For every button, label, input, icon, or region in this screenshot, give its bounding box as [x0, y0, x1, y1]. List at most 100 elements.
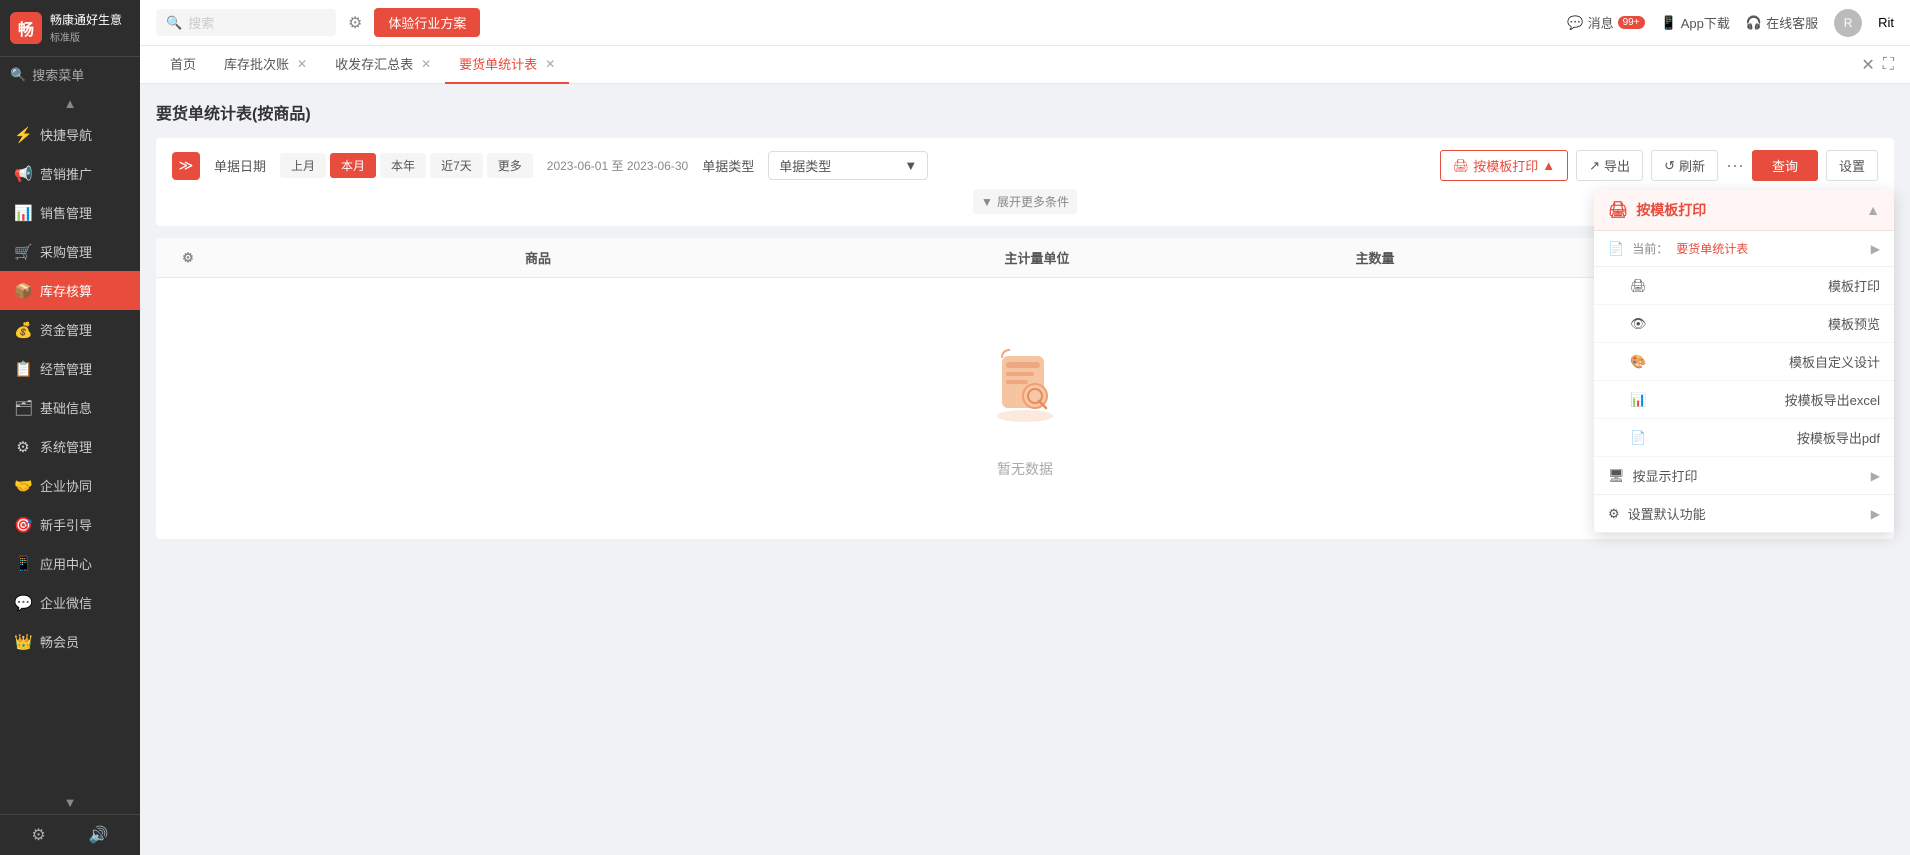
template-preview-label: 模板预览 — [1828, 314, 1880, 333]
tab-home[interactable]: 首页 — [156, 46, 210, 84]
app-download-button[interactable]: 📱 App下载 — [1661, 13, 1730, 32]
dropdown-item-export-pdf[interactable]: 📄 按模板导出pdf — [1594, 419, 1894, 457]
tab-receipt-summary-label: 收发存汇总表 — [335, 54, 413, 73]
sidebar-scroll-up[interactable]: ▲ — [0, 92, 140, 115]
sidebar-item-finance[interactable]: 💰 资金管理 — [0, 310, 140, 349]
print-button[interactable]: 🖨 按模板打印 ▲ — [1440, 150, 1568, 181]
date-btn-this-year[interactable]: 本年 — [380, 153, 426, 178]
table-col-settings[interactable]: ⚙ — [168, 250, 208, 266]
tab-inventory-batch[interactable]: 库存批次账 ✕ — [210, 46, 321, 84]
type-filter-select[interactable]: 单据类型 ▼ — [768, 151, 928, 180]
dropdown-set-default-section[interactable]: ⚙ 设置默认功能 ▶ — [1594, 495, 1894, 533]
tab-requisition-stats-close[interactable]: ✕ — [545, 57, 555, 71]
tab-maximize-icon[interactable]: ⛶ — [1883, 56, 1894, 74]
sidebar-item-label: 库存核算 — [40, 281, 92, 300]
filter-row: ≫ 单据日期 上月 本月 本年 近7天 更多 2023-06-01 至 2023… — [172, 150, 1878, 181]
template-preview-icon: 👁 — [1630, 316, 1647, 332]
print-dropdown: 🖨 按模板打印 ▲ 📄 当前： 要货单统计表 ▶ 🖨 模板打印 — [1594, 190, 1894, 533]
dropdown-item-template-print[interactable]: 🖨 模板打印 — [1594, 267, 1894, 305]
wechat-icon: 💬 — [14, 594, 32, 612]
export-button[interactable]: ↗ 导出 — [1576, 150, 1643, 181]
dropdown-item-template-preview[interactable]: 👁 模板预览 — [1594, 305, 1894, 343]
sidebar-item-label: 销售管理 — [40, 203, 92, 222]
settings-button[interactable]: 设置 — [1826, 150, 1878, 181]
empty-icon — [980, 338, 1070, 447]
tab-receipt-summary-close[interactable]: ✕ — [421, 57, 431, 71]
sidebar-item-member[interactable]: 👑 畅会员 — [0, 622, 140, 661]
logo-text: 畅康通好生意 标准版 — [50, 12, 122, 44]
sidebar-item-operations[interactable]: 📋 经营管理 — [0, 349, 140, 388]
headset-icon: 🎧 — [1746, 15, 1762, 31]
sidebar-scroll-down[interactable]: ▼ — [0, 791, 140, 814]
dropdown-header: 🖨 按模板打印 ▲ — [1594, 190, 1894, 231]
sidebar-item-newbie[interactable]: 🎯 新手引导 — [0, 505, 140, 544]
export-pdf-label: 按模板导出pdf — [1797, 428, 1880, 447]
date-btn-this-month[interactable]: 本月 — [330, 153, 376, 178]
refresh-icon: ↺ — [1664, 158, 1675, 174]
online-service-button[interactable]: 🎧 在线客服 — [1746, 13, 1818, 32]
header-search-bar[interactable]: 🔍 搜索 — [156, 9, 336, 36]
header-search-icon: 🔍 — [166, 15, 182, 31]
sidebar-item-marketing[interactable]: 📢 营销推广 — [0, 154, 140, 193]
date-filter-label: 单据日期 — [214, 156, 266, 175]
tab-bar: 首页 库存批次账 ✕ 收发存汇总表 ✕ 要货单统计表 ✕ ✕ ⛶ — [140, 46, 1910, 84]
date-btn-more[interactable]: 更多 — [487, 153, 533, 178]
sidebar-item-label: 基础信息 — [40, 398, 92, 417]
refresh-button[interactable]: ↺ 刷新 — [1651, 150, 1718, 181]
date-btn-last-7days[interactable]: 近7天 — [430, 153, 483, 178]
page-title: 要货单统计表(按商品) — [156, 100, 1894, 124]
dropdown-item-export-excel[interactable]: 📊 按模板导出excel — [1594, 381, 1894, 419]
sidebar-item-system[interactable]: ⚙ 系统管理 — [0, 427, 140, 466]
top-header: 🔍 搜索 ⚙ 体验行业方案 💬 消息 99+ 📱 App下载 🎧 在线客服 R … — [140, 0, 1910, 46]
sidebar-item-quick-nav[interactable]: ⚡ 快捷导航 — [0, 115, 140, 154]
expand-more-button[interactable]: ▼ 展开更多条件 — [973, 189, 1077, 214]
sidebar-item-purchase[interactable]: 🛒 采购管理 — [0, 232, 140, 271]
export-btn-label: 导出 — [1604, 156, 1630, 175]
sidebar-search-label: 搜索菜单 — [32, 65, 84, 84]
date-btn-last-month[interactable]: 上月 — [280, 153, 326, 178]
tab-home-label: 首页 — [170, 54, 196, 73]
query-button[interactable]: 查询 — [1752, 150, 1818, 181]
tab-bar-actions: ✕ ⛶ — [1861, 55, 1894, 75]
sidebar-item-label: 采购管理 — [40, 242, 92, 261]
tab-close-all-icon[interactable]: ✕ — [1861, 55, 1874, 75]
sidebar-search[interactable]: 🔍 搜索菜单 — [0, 57, 140, 92]
current-chevron-icon: ▶ — [1871, 242, 1880, 256]
message-button[interactable]: 💬 消息 99+ — [1567, 13, 1644, 32]
sidebar-item-label: 企业微信 — [40, 593, 92, 612]
footer-settings-icon[interactable]: ⚙ — [31, 825, 45, 845]
filter-expand-button[interactable]: ≫ — [172, 152, 200, 180]
online-service-label: 在线客服 — [1766, 13, 1818, 32]
filter-select-arrow: ▼ — [904, 158, 917, 173]
sidebar-item-inventory[interactable]: 📦 库存核算 — [0, 271, 140, 310]
type-filter-placeholder: 单据类型 — [779, 156, 831, 175]
logo-icon: 畅 — [10, 12, 42, 44]
dropdown-item-template-custom[interactable]: 🎨 模板自定义设计 — [1594, 343, 1894, 381]
footer-speaker-icon[interactable]: 🔊 — [89, 825, 109, 845]
trial-button[interactable]: 体验行业方案 — [374, 8, 480, 37]
header-search-placeholder: 搜索 — [188, 13, 214, 32]
sidebar-item-apps[interactable]: 📱 应用中心 — [0, 544, 140, 583]
dropdown-current-section[interactable]: 📄 当前： 要货单统计表 ▶ — [1594, 231, 1894, 267]
dropdown-display-print-section[interactable]: 🖥 按显示打印 ▶ — [1594, 457, 1894, 495]
date-btn-group: 上月 本月 本年 近7天 更多 — [280, 153, 533, 178]
app-badge: 标准版 — [50, 29, 122, 44]
tab-requisition-stats[interactable]: 要货单统计表 ✕ — [445, 46, 569, 84]
sidebar-item-basic[interactable]: 🗂 基础信息 — [0, 388, 140, 427]
header-gear-icon[interactable]: ⚙ — [348, 13, 362, 33]
sidebar-item-sales[interactable]: 📊 销售管理 — [0, 193, 140, 232]
sidebar-item-enterprise[interactable]: 🤝 企业协同 — [0, 466, 140, 505]
avatar[interactable]: R — [1834, 9, 1862, 37]
tab-receipt-summary[interactable]: 收发存汇总表 ✕ — [321, 46, 445, 84]
purchase-icon: 🛒 — [14, 243, 32, 261]
tab-inventory-batch-close[interactable]: ✕ — [297, 57, 307, 71]
sidebar-item-label: 企业协同 — [40, 476, 92, 495]
finance-icon: 💰 — [14, 321, 32, 339]
dropdown-close-icon[interactable]: ▲ — [1866, 202, 1880, 218]
sidebar-item-wechat[interactable]: 💬 企业微信 — [0, 583, 140, 622]
more-options-icon[interactable]: ··· — [1726, 155, 1744, 176]
sidebar-item-label: 系统管理 — [40, 437, 92, 456]
message-badge: 99+ — [1618, 16, 1645, 29]
main-area: 🔍 搜索 ⚙ 体验行业方案 💬 消息 99+ 📱 App下载 🎧 在线客服 R … — [140, 0, 1910, 855]
app-title: 畅康通好生意 — [50, 12, 122, 29]
